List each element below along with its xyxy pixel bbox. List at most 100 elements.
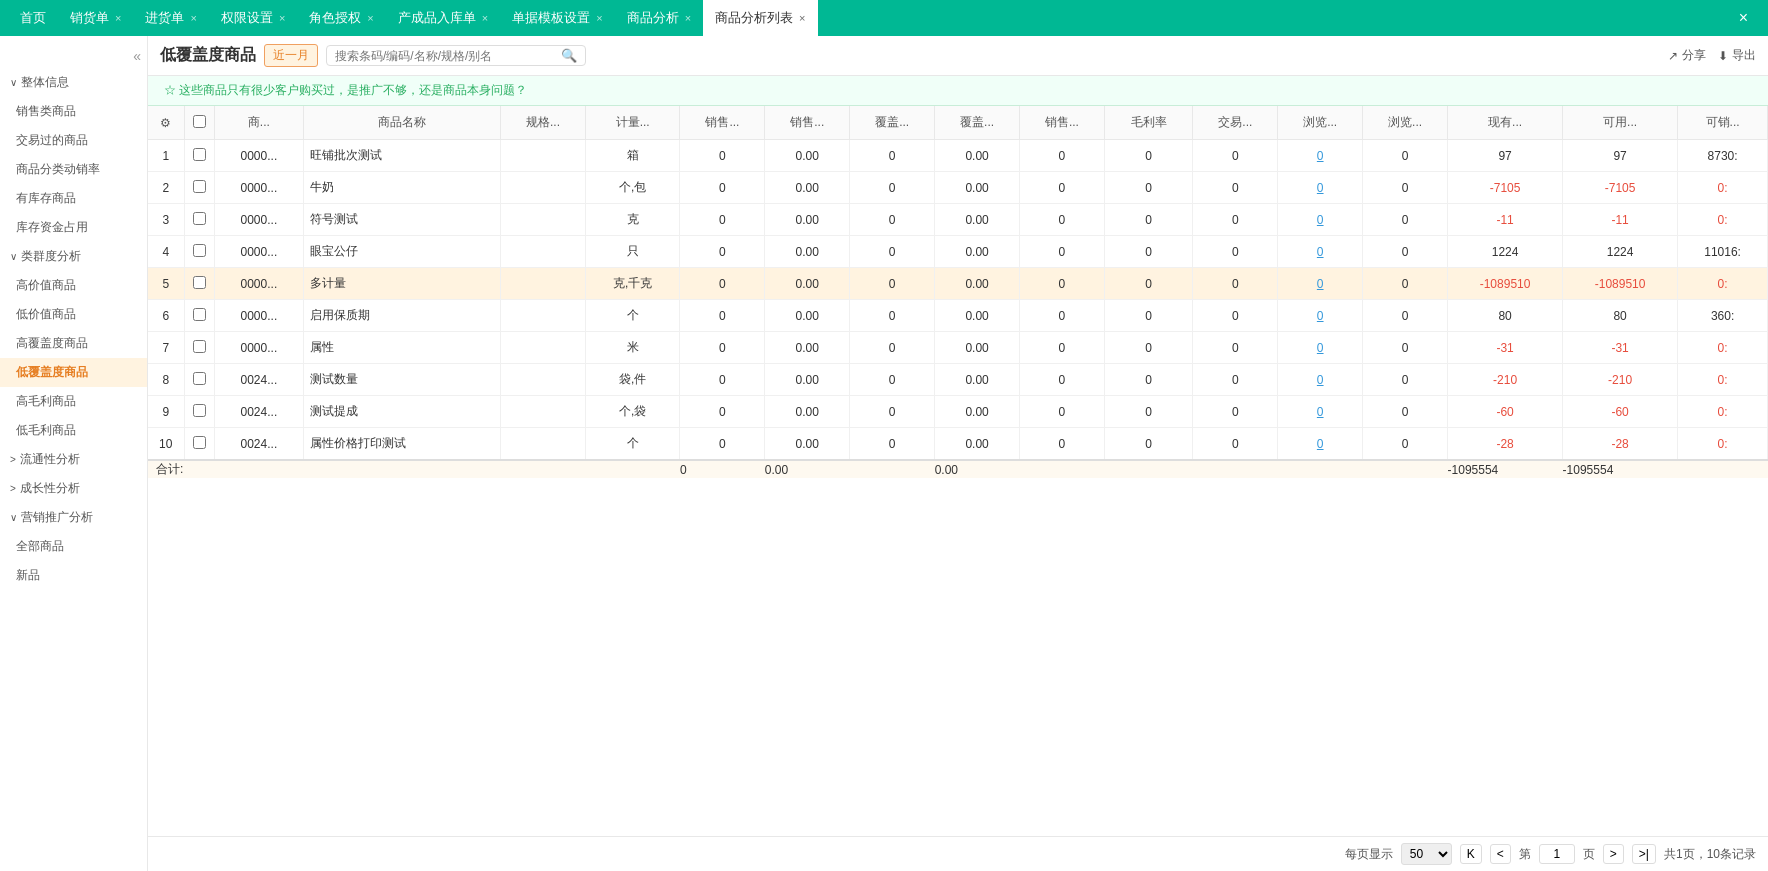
th-sellable[interactable]: 可销...: [1678, 106, 1768, 140]
nav-sales-order[interactable]: 销货单 ×: [58, 0, 133, 36]
prev-page-button[interactable]: <: [1490, 844, 1511, 864]
per-page-select[interactable]: 20 50 100: [1401, 843, 1452, 865]
sidebar-item-all-goods[interactable]: 全部商品: [0, 532, 147, 561]
close-icon[interactable]: ×: [685, 12, 691, 24]
row-checkbox[interactable]: [193, 308, 206, 321]
sidebar-item-new-goods[interactable]: 新品: [0, 561, 147, 590]
sidebar-item-sales-goods[interactable]: 销售类商品: [0, 97, 147, 126]
row-checkbox-cell[interactable]: [184, 364, 214, 396]
sidebar-section-growth[interactable]: > 成长性分析: [0, 474, 147, 503]
sidebar-item-category-rate[interactable]: 商品分类动销率: [0, 155, 147, 184]
row-browse1[interactable]: 0: [1278, 428, 1363, 461]
th-browse1[interactable]: 浏览...: [1278, 106, 1363, 140]
row-browse1[interactable]: 0: [1278, 300, 1363, 332]
last-page-button[interactable]: >|: [1632, 844, 1656, 864]
row-checkbox-cell[interactable]: [184, 172, 214, 204]
th-code[interactable]: 商...: [214, 106, 304, 140]
close-icon[interactable]: ×: [596, 12, 602, 24]
th-available[interactable]: 可用...: [1563, 106, 1678, 140]
nav-finished-goods[interactable]: 产成品入库单 ×: [386, 0, 500, 36]
sidebar-item-low-coverage[interactable]: 低覆盖度商品: [0, 358, 147, 387]
row-checkbox[interactable]: [193, 436, 206, 449]
th-trade[interactable]: 交易...: [1193, 106, 1278, 140]
sidebar-item-traded-goods[interactable]: 交易过的商品: [0, 126, 147, 155]
row-checkbox[interactable]: [193, 212, 206, 225]
row-checkbox-cell[interactable]: [184, 268, 214, 300]
th-sales-amt[interactable]: 销售...: [765, 106, 850, 140]
close-icon[interactable]: ×: [367, 12, 373, 24]
close-icon[interactable]: ×: [279, 12, 285, 24]
search-icon[interactable]: 🔍: [561, 48, 577, 63]
sidebar-section-cluster[interactable]: ∨ 类群度分析: [0, 242, 147, 271]
time-filter-button[interactable]: 近一月: [264, 44, 318, 67]
row-browse1[interactable]: 0: [1278, 332, 1363, 364]
row-browse1[interactable]: 0: [1278, 140, 1363, 172]
sidebar-item-high-value[interactable]: 高价值商品: [0, 271, 147, 300]
th-gross-rate[interactable]: 毛利率: [1104, 106, 1192, 140]
close-icon[interactable]: ×: [799, 12, 805, 24]
row-checkbox[interactable]: [193, 180, 206, 193]
close-icon[interactable]: ×: [115, 12, 121, 24]
sidebar-item-low-gross[interactable]: 低毛利商品: [0, 416, 147, 445]
row-checkbox[interactable]: [193, 276, 206, 289]
table-row: 2 0000... 牛奶 个,包 0 0.00 0 0.00 0 0 0 0 0…: [148, 172, 1768, 204]
th-settings[interactable]: ⚙: [148, 106, 184, 140]
window-close-button[interactable]: ×: [1727, 9, 1760, 27]
th-coverage1[interactable]: 覆盖...: [850, 106, 935, 140]
th-stock[interactable]: 现有...: [1448, 106, 1563, 140]
close-icon[interactable]: ×: [190, 12, 196, 24]
row-browse1[interactable]: 0: [1278, 364, 1363, 396]
row-checkbox-cell[interactable]: [184, 140, 214, 172]
close-icon[interactable]: ×: [482, 12, 488, 24]
th-browse2[interactable]: 浏览...: [1363, 106, 1448, 140]
export-button[interactable]: ⬇ 导出: [1718, 47, 1756, 64]
th-name[interactable]: 商品名称: [304, 106, 501, 140]
row-checkbox-cell[interactable]: [184, 332, 214, 364]
row-checkbox-cell[interactable]: [184, 236, 214, 268]
row-checkbox-cell[interactable]: [184, 396, 214, 428]
select-all-checkbox[interactable]: [193, 115, 206, 128]
sidebar-item-high-coverage[interactable]: 高覆盖度商品: [0, 329, 147, 358]
row-checkbox-cell[interactable]: [184, 204, 214, 236]
nav-purchase-order[interactable]: 进货单 ×: [133, 0, 208, 36]
row-browse1[interactable]: 0: [1278, 204, 1363, 236]
row-checkbox[interactable]: [193, 340, 206, 353]
first-page-button[interactable]: K: [1460, 844, 1482, 864]
th-unit[interactable]: 计量...: [585, 106, 680, 140]
row-sales-amt: 0.00: [765, 332, 850, 364]
th-sales-qty[interactable]: 销售...: [680, 106, 765, 140]
sidebar-item-high-gross[interactable]: 高毛利商品: [0, 387, 147, 416]
nav-goods-analysis[interactable]: 商品分析 ×: [615, 0, 703, 36]
sidebar-section-circulation[interactable]: > 流通性分析: [0, 445, 147, 474]
row-checkbox-cell[interactable]: [184, 428, 214, 461]
sidebar-item-low-value[interactable]: 低价值商品: [0, 300, 147, 329]
row-checkbox-cell[interactable]: [184, 300, 214, 332]
th-coverage2[interactable]: 覆盖...: [935, 106, 1020, 140]
row-browse1[interactable]: 0: [1278, 236, 1363, 268]
page-number-input[interactable]: [1539, 844, 1575, 864]
th-sales-other[interactable]: 销售...: [1020, 106, 1105, 140]
th-checkbox[interactable]: [184, 106, 214, 140]
sidebar-item-capital-usage[interactable]: 库存资金占用: [0, 213, 147, 242]
row-checkbox[interactable]: [193, 148, 206, 161]
row-code: 0000...: [214, 300, 304, 332]
next-page-button[interactable]: >: [1603, 844, 1624, 864]
row-checkbox[interactable]: [193, 372, 206, 385]
search-input[interactable]: [335, 49, 561, 63]
row-browse1[interactable]: 0: [1278, 268, 1363, 300]
sidebar-section-marketing[interactable]: ∨ 营销推广分析: [0, 503, 147, 532]
row-browse1[interactable]: 0: [1278, 172, 1363, 204]
sidebar-item-stocked-goods[interactable]: 有库存商品: [0, 184, 147, 213]
nav-home[interactable]: 首页: [8, 0, 58, 36]
nav-role-auth[interactable]: 角色授权 ×: [297, 0, 385, 36]
row-browse1[interactable]: 0: [1278, 396, 1363, 428]
sidebar-section-overall[interactable]: ∨ 整体信息: [0, 68, 147, 97]
share-button[interactable]: ↗ 分享: [1668, 47, 1706, 64]
row-checkbox[interactable]: [193, 244, 206, 257]
sidebar-collapse-button[interactable]: «: [133, 48, 141, 64]
nav-template-settings[interactable]: 单据模板设置 ×: [500, 0, 614, 36]
row-checkbox[interactable]: [193, 404, 206, 417]
nav-permissions[interactable]: 权限设置 ×: [209, 0, 297, 36]
th-spec[interactable]: 规格...: [501, 106, 586, 140]
nav-goods-analysis-list[interactable]: 商品分析列表 ×: [703, 0, 817, 36]
